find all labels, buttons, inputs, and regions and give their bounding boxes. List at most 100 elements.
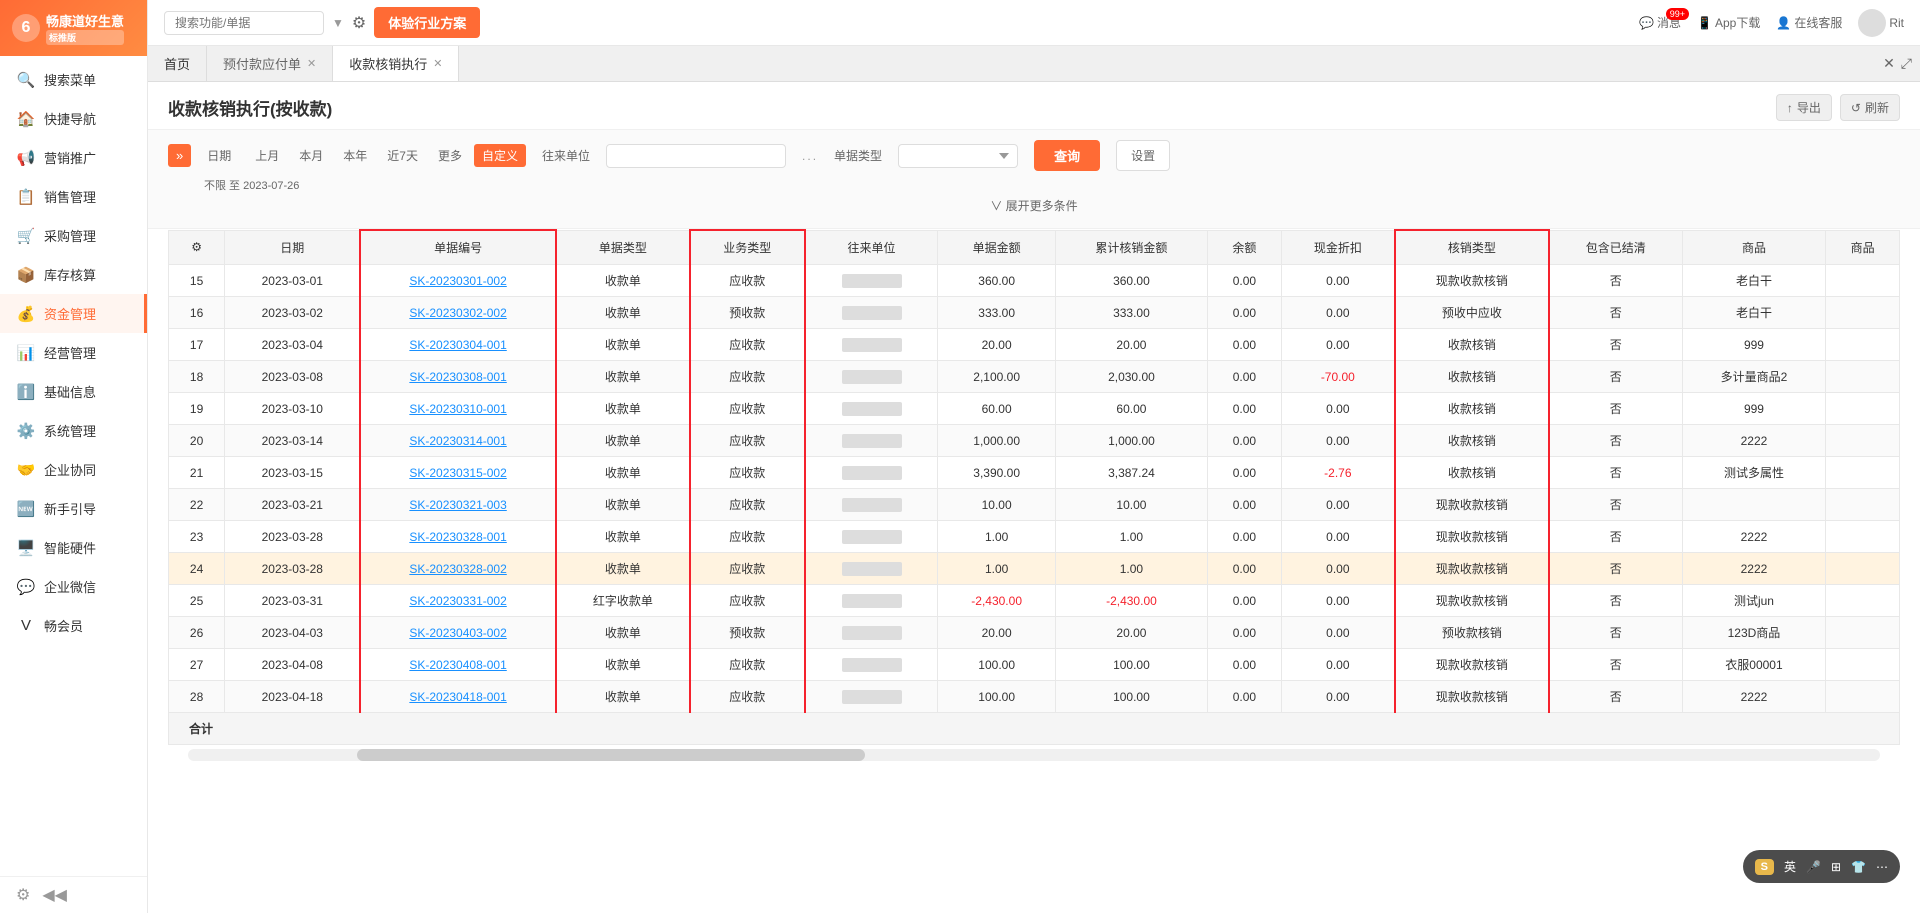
sidebar-item-enterprise[interactable]: 🤝 企业协同 (0, 450, 147, 489)
float-more-icon[interactable]: ⋯ (1876, 860, 1888, 874)
search-input[interactable] (164, 11, 324, 35)
date-7days-btn[interactable]: 近7天 (379, 144, 426, 167)
docno-link[interactable]: SK-20230331-002 (409, 594, 506, 608)
docno-link[interactable]: SK-20230408-001 (409, 658, 506, 672)
cell-date: 2023-03-08 (225, 361, 361, 393)
tab-collection-close-icon[interactable]: ✕ (433, 57, 442, 70)
expand-more-btn[interactable]: ∨ 展开更多条件 (990, 199, 1077, 213)
sidebar-item-finance[interactable]: 💰 资金管理 (0, 294, 147, 333)
th-settings[interactable]: ⚙ (169, 230, 225, 265)
refresh-btn[interactable]: ↺ 刷新 (1840, 94, 1900, 121)
date-last-month-btn[interactable]: 上月 (247, 144, 287, 167)
date-more-btn[interactable]: 更多 (430, 144, 470, 167)
sidebar-item-inventory[interactable]: 📦 库存核算 (0, 255, 147, 294)
sidebar-item-marketing[interactable]: 📢 营销推广 (0, 138, 147, 177)
docno-link[interactable]: SK-20230418-001 (409, 690, 506, 704)
table-row[interactable]: 19 2023-03-10 SK-20230310-001 收款单 应收款 60… (169, 393, 1900, 425)
cell-docno: SK-20230302-002 (360, 297, 555, 329)
date-this-month-btn[interactable]: 本月 (291, 144, 331, 167)
tab-collection[interactable]: 收款核销执行 ✕ (333, 46, 459, 81)
docno-link[interactable]: SK-20230301-002 (409, 274, 506, 288)
sidebar-item-search[interactable]: 🔍 搜索菜单 (0, 60, 147, 99)
cell-goods2 (1826, 393, 1900, 425)
tab-prepay[interactable]: 预付款应付单 ✕ (207, 46, 333, 81)
user-avatar-area[interactable]: Rit (1858, 9, 1904, 37)
docno-link[interactable]: SK-20230328-001 (409, 530, 506, 544)
sidebar-item-basic[interactable]: ℹ️ 基础信息 (0, 372, 147, 411)
docno-link[interactable]: SK-20230315-002 (409, 466, 506, 480)
close-tab-icon[interactable]: ✕ (1883, 55, 1895, 72)
settings-filter-btn[interactable]: 设置 (1116, 140, 1170, 171)
sidebar-item-system[interactable]: ⚙️ 系统管理 (0, 411, 147, 450)
filter-area: » 日期 上月 本月 本年 近7天 更多 自定义 往来单位 ... 单据类型 查… (148, 130, 1920, 229)
more-filters-dots[interactable]: ... (802, 149, 818, 163)
sidebar-item-quicknav[interactable]: 🏠 快捷导航 (0, 99, 147, 138)
sidebar-item-hardware[interactable]: 🖥️ 智能硬件 (0, 528, 147, 567)
online-service-area[interactable]: 👤 在线客服 (1776, 14, 1842, 31)
sidebar-item-member[interactable]: V 畅会员 (0, 606, 147, 645)
table-row[interactable]: 22 2023-03-21 SK-20230321-003 收款单 应收款 10… (169, 489, 1900, 521)
tab-prepay-close-icon[interactable]: ✕ (307, 57, 316, 70)
cell-total-cancel: 1.00 (1055, 553, 1207, 585)
cell-doctype: 收款单 (556, 425, 690, 457)
scrollbar-thumb[interactable] (357, 749, 865, 761)
horizontal-scrollbar[interactable] (188, 749, 1880, 761)
tab-home[interactable]: 首页 (148, 46, 207, 81)
date-custom-btn[interactable]: 自定义 (474, 144, 526, 167)
solution-btn[interactable]: 体验行业方案 (374, 7, 480, 38)
float-grid-icon[interactable]: ⊞ (1831, 860, 1841, 874)
docno-link[interactable]: SK-20230308-001 (409, 370, 506, 384)
cell-cancel-type: 现款收款核销 (1395, 681, 1549, 713)
table-row[interactable]: 23 2023-03-28 SK-20230328-001 收款单 应收款 1.… (169, 521, 1900, 553)
docno-link[interactable]: SK-20230321-003 (409, 498, 506, 512)
sidebar-item-operations[interactable]: 📊 经营管理 (0, 333, 147, 372)
user-name: Rit (1889, 16, 1904, 30)
table-row[interactable]: 21 2023-03-15 SK-20230315-002 收款单 应收款 3,… (169, 457, 1900, 489)
sidebar-item-sales[interactable]: 📋 销售管理 (0, 177, 147, 216)
date-this-year-btn[interactable]: 本年 (335, 144, 375, 167)
table-row[interactable]: 26 2023-04-03 SK-20230403-002 收款单 预收款 20… (169, 617, 1900, 649)
receipt-type-select[interactable] (898, 144, 1018, 168)
table-row[interactable]: 24 2023-03-28 SK-20230328-002 收款单 应收款 1.… (169, 553, 1900, 585)
sidebar-item-label: 系统管理 (44, 421, 96, 440)
table-row[interactable]: 15 2023-03-01 SK-20230301-002 收款单 应收款 36… (169, 265, 1900, 297)
sidebar-item-wechat[interactable]: 💬 企业微信 (0, 567, 147, 606)
refresh-icon: ↺ (1851, 101, 1861, 115)
settings-icon[interactable]: ⚙ (352, 13, 366, 33)
date-range-row: 不限 至 2023-07-26 (168, 175, 1900, 193)
table-row[interactable]: 18 2023-03-08 SK-20230308-001 收款单 应收款 2,… (169, 361, 1900, 393)
docno-link[interactable]: SK-20230302-002 (409, 306, 506, 320)
sidebar-item-guide[interactable]: 🆕 新手引导 (0, 489, 147, 528)
table-row[interactable]: 16 2023-03-02 SK-20230302-002 收款单 预收款 33… (169, 297, 1900, 329)
docno-link[interactable]: SK-20230328-002 (409, 562, 506, 576)
docno-link[interactable]: SK-20230304-001 (409, 338, 506, 352)
dropdown-arrow-icon[interactable]: ▼ (332, 16, 344, 30)
collapse-icon[interactable]: ◀◀ (42, 885, 67, 905)
table-row[interactable]: 25 2023-03-31 SK-20230331-002 红字收款单 应收款 … (169, 585, 1900, 617)
float-mic-icon[interactable]: 🎤 (1806, 860, 1821, 874)
cell-date: 2023-03-10 (225, 393, 361, 425)
settings-bottom-icon[interactable]: ⚙ (16, 885, 30, 905)
sidebar-menu: 🔍 搜索菜单 🏠 快捷导航 📢 营销推广 📋 销售管理 🛒 采购管理 📦 库存核… (0, 56, 147, 876)
cell-total-cancel: 60.00 (1055, 393, 1207, 425)
table-row[interactable]: 27 2023-04-08 SK-20230408-001 收款单 应收款 10… (169, 649, 1900, 681)
filter-toggle-btn[interactable]: » (168, 144, 191, 167)
query-btn[interactable]: 查询 (1034, 140, 1100, 171)
cell-counterparty (805, 297, 938, 329)
app-download-area[interactable]: 📱 App下载 (1697, 14, 1760, 31)
cell-seq: 25 (169, 585, 225, 617)
message-area[interactable]: 💬 消息 99+ (1639, 14, 1681, 31)
export-btn[interactable]: ↑ 导出 (1776, 94, 1832, 121)
expand-tab-icon[interactable]: ⤢ (1901, 55, 1912, 72)
table-row[interactable]: 28 2023-04-18 SK-20230418-001 收款单 应收款 10… (169, 681, 1900, 713)
cell-biztype: 应收款 (690, 393, 805, 425)
docno-link[interactable]: SK-20230310-001 (409, 402, 506, 416)
cell-date: 2023-03-31 (225, 585, 361, 617)
float-shirt-icon[interactable]: 👕 (1851, 860, 1866, 874)
sidebar-item-purchase[interactable]: 🛒 采购管理 (0, 216, 147, 255)
docno-link[interactable]: SK-20230403-002 (409, 626, 506, 640)
table-row[interactable]: 17 2023-03-04 SK-20230304-001 收款单 应收款 20… (169, 329, 1900, 361)
docno-link[interactable]: SK-20230314-001 (409, 434, 506, 448)
table-row[interactable]: 20 2023-03-14 SK-20230314-001 收款单 应收款 1,… (169, 425, 1900, 457)
counterparty-input[interactable] (606, 144, 786, 168)
